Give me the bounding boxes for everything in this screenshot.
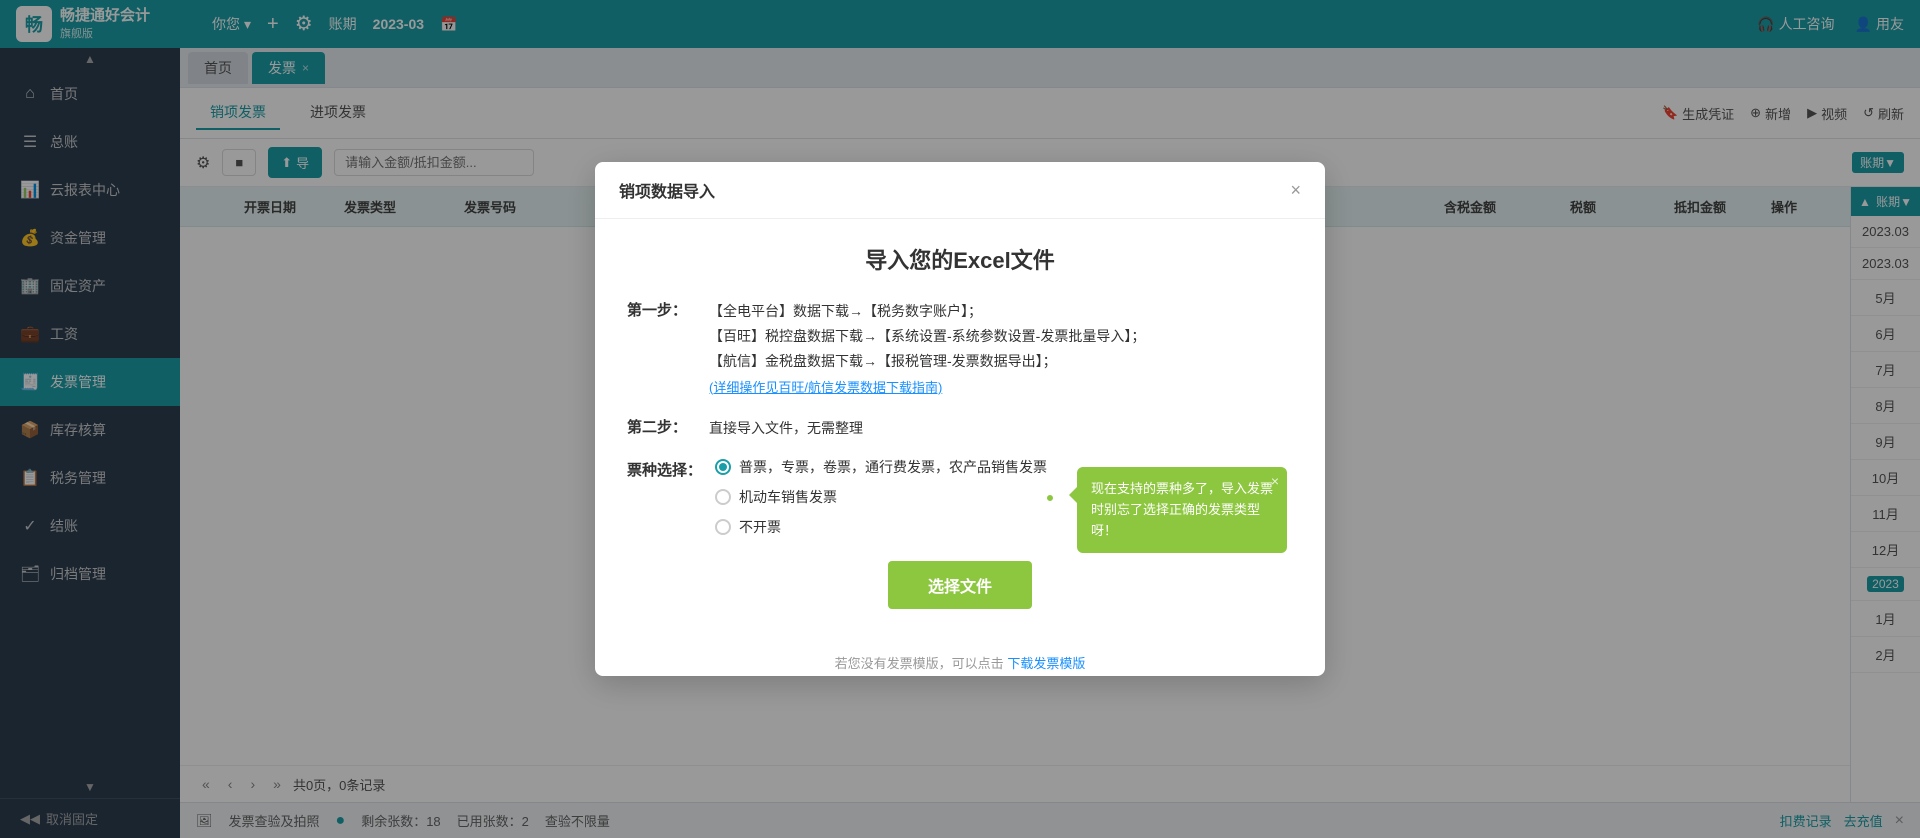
tooltip-text: 现在支持的票种多了，导入发票时别忘了选择正确的发票类型呀！ (1091, 481, 1273, 538)
modal-main-title: 导入您的Excel文件 (627, 243, 1293, 275)
import-modal: 销项数据导入 × 导入您的Excel文件 第一步： 【全电平台】数据下载→【税务… (595, 162, 1325, 676)
download-template-link[interactable]: 下载发票模版 (1007, 656, 1085, 671)
tooltip-bubble: × 现在支持的票种多了，导入发票时别忘了选择正确的发票类型呀！ (1077, 467, 1287, 553)
step1-label: 第一步： (627, 299, 697, 400)
select-file-btn[interactable]: 选择文件 (888, 561, 1032, 609)
footer-text: 若您没有发票模版，可以点击 (835, 656, 1004, 671)
step2-label: 第二步： (627, 416, 697, 441)
radio-no-ticket-label: 不开票 (739, 517, 781, 537)
radio-no-ticket-circle (715, 519, 731, 535)
modal-footer: 若您没有发票模版，可以点击 下载发票模版 (595, 641, 1325, 676)
step1-line3: 【航信】金税盘数据下载→【报税管理-发票数据导出】； (709, 349, 1145, 374)
step1-link[interactable]: (详细操作见百旺/航信发票数据下载指南) (709, 380, 942, 395)
modal-overlay: 销项数据导入 × 导入您的Excel文件 第一步： 【全电平台】数据下载→【税务… (0, 0, 1920, 838)
radio-no-ticket[interactable]: 不开票 (715, 517, 1047, 537)
step1-line1: 【全电平台】数据下载→【税务数字账户】； (709, 299, 1145, 324)
radio-motor[interactable]: 机动车销售发票 × 现在支持的票种多了，导入发票时别忘了选择正确的发票类型呀！ (715, 487, 1047, 507)
ticket-label: 票种选择： (627, 459, 707, 537)
modal-header: 销项数据导入 × (595, 162, 1325, 219)
radio-normal[interactable]: 普票，专票，卷票，通行费发票，农产品销售发票 (715, 457, 1047, 477)
step1-row: 第一步： 【全电平台】数据下载→【税务数字账户】； 【百旺】税控盘数据下载→【系… (627, 299, 1293, 400)
modal-close-btn[interactable]: × (1290, 181, 1301, 199)
tooltip-indicator-dot (1045, 493, 1055, 503)
ticket-row: 票种选择： 普票，专票，卷票，通行费发票，农产品销售发票 机动车销售发票 (627, 457, 1293, 537)
radio-motor-label: 机动车销售发票 (739, 487, 837, 507)
step2-row: 第二步： 直接导入文件，无需整理 (627, 416, 1293, 441)
radio-normal-label: 普票，专票，卷票，通行费发票，农产品销售发票 (739, 457, 1047, 477)
radio-normal-circle (715, 459, 731, 475)
modal-title: 销项数据导入 (619, 178, 715, 202)
tooltip-close-btn[interactable]: × (1271, 473, 1279, 489)
step1-content: 【全电平台】数据下载→【税务数字账户】； 【百旺】税控盘数据下载→【系统设置-系… (709, 299, 1145, 400)
radio-motor-circle (715, 489, 731, 505)
ticket-options: 普票，专票，卷票，通行费发票，农产品销售发票 机动车销售发票 × 现在支持的票 (715, 457, 1047, 537)
step2-content: 直接导入文件，无需整理 (709, 416, 863, 441)
modal-body: 导入您的Excel文件 第一步： 【全电平台】数据下载→【税务数字账户】； 【百… (595, 219, 1325, 641)
step1-line2: 【百旺】税控盘数据下载→【系统设置-系统参数设置-发票批量导入】； (709, 324, 1145, 349)
